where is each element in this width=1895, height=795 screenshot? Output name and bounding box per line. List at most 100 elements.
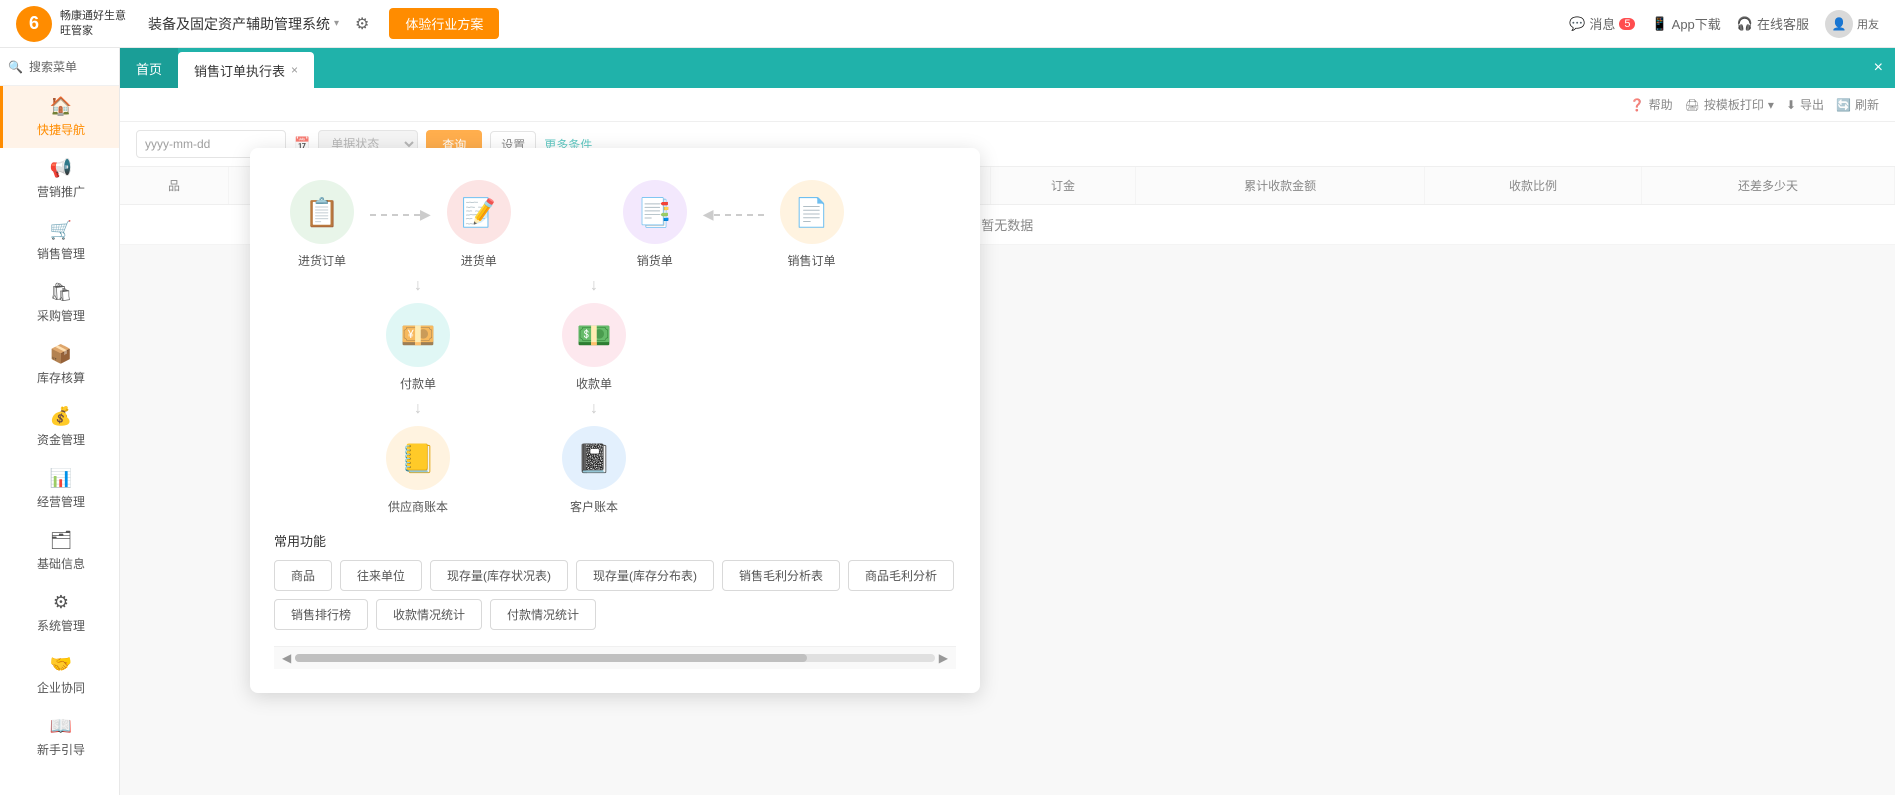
receipt-bill-circle: 💵 bbox=[562, 303, 626, 367]
user-area[interactable]: 👤 用友 bbox=[1825, 10, 1879, 38]
purchase-order-icon: 📋 bbox=[305, 196, 340, 229]
flow-row-5: 📒 供应商账本 📓 客户账本 bbox=[274, 418, 956, 523]
message-item[interactable]: 💬 消息 5 bbox=[1569, 14, 1635, 33]
sidebar-item-label: 经营管理 bbox=[37, 493, 85, 510]
receipt-bill-label: 收款单 bbox=[576, 375, 612, 392]
tab-close-icon[interactable]: × bbox=[291, 63, 298, 77]
func-btn-stock-status[interactable]: 现存量(库存状况表) bbox=[430, 560, 568, 591]
tab-bar-close-icon[interactable]: × bbox=[1874, 59, 1883, 77]
purchase-icon: 🛍 bbox=[50, 282, 73, 303]
active-tab-label: 销售订单执行表 bbox=[194, 61, 285, 80]
flow-row-3: 💴 付款单 💵 收款单 bbox=[274, 295, 956, 400]
scroll-thumb bbox=[295, 654, 807, 662]
sales-bill-label: 销货单 bbox=[637, 252, 673, 269]
sidebar-item-label: 营销推广 bbox=[37, 183, 85, 200]
arrow-down-pb: ↓ bbox=[370, 277, 466, 295]
sidebar-item-newbie[interactable]: 📖 新手引导 bbox=[0, 706, 119, 768]
sidebar-item-label: 新手引导 bbox=[37, 741, 85, 758]
sidebar-item-sales[interactable]: 🛒 销售管理 bbox=[0, 210, 119, 272]
sidebar-item-purchase[interactable]: 🛍 采购管理 bbox=[0, 272, 119, 334]
scroll-left-arrow[interactable]: ◀ bbox=[282, 651, 291, 665]
purchase-order-label: 进货订单 bbox=[298, 252, 346, 269]
sidebar-item-label: 资金管理 bbox=[37, 431, 85, 448]
main-layout: 🔍 搜索菜单 🏠 快捷导航 📢 营销推广 🛒 销售管理 🛍 采购管理 📦 库存核… bbox=[0, 48, 1895, 795]
content-area: 首页 销售订单执行表 × × ❓ 帮助 🖨 按模板打印 ▾ bbox=[120, 48, 1895, 795]
row4-spacer-1 bbox=[274, 400, 370, 418]
sidebar-item-finance[interactable]: 💰 资金管理 bbox=[0, 396, 119, 458]
sidebar-item-system[interactable]: ⚙ 系统管理 bbox=[0, 582, 119, 644]
sidebar-item-label: 企业协同 bbox=[37, 679, 85, 696]
search-menu[interactable]: 🔍 搜索菜单 bbox=[0, 48, 119, 86]
receipt-bill-node[interactable]: 💵 收款单 bbox=[546, 295, 642, 400]
finance-icon: 💰 bbox=[50, 406, 72, 427]
arrow-down-payment: ↓ bbox=[370, 400, 466, 418]
online-service-item[interactable]: 🎧 在线客服 bbox=[1737, 14, 1809, 33]
sidebar-item-basic[interactable]: 🗂 基础信息 bbox=[0, 520, 119, 582]
purchase-bill-circle: 📝 bbox=[447, 180, 511, 244]
app-download-icon: 📱 bbox=[1651, 16, 1667, 32]
row4-spacer-2 bbox=[466, 400, 546, 418]
arrow-down-sb: ↓ bbox=[546, 277, 642, 295]
tab-active[interactable]: 销售订单执行表 × bbox=[178, 52, 314, 88]
common-functions-section: 常用功能 商品 往来单位 现存量(库存状况表) 现存量(库存分布表) 销售毛利分… bbox=[274, 531, 956, 630]
arrow-so-to-sb: ◀ bbox=[703, 206, 764, 243]
function-buttons-row-2: 销售排行榜 收款情况统计 付款情况统计 bbox=[274, 599, 956, 630]
message-badge: 5 bbox=[1619, 18, 1635, 30]
page-content: ❓ 帮助 🖨 按模板打印 ▾ ⬇ 导出 🔄 刷新 bbox=[120, 88, 1895, 795]
func-btn-goods[interactable]: 商品 bbox=[274, 560, 332, 591]
settings-icon[interactable]: ⚙ bbox=[355, 14, 369, 34]
customer-ledger-icon: 📓 bbox=[577, 442, 612, 475]
payment-bill-node[interactable]: 💴 付款单 bbox=[370, 295, 466, 400]
purchase-bill-node[interactable]: 📝 进货单 bbox=[431, 172, 527, 277]
trial-button[interactable]: 体验行业方案 bbox=[389, 8, 499, 39]
sidebar-item-label: 系统管理 bbox=[37, 617, 85, 634]
online-service-label: 在线客服 bbox=[1757, 14, 1809, 33]
system-selector[interactable]: 装备及固定资产辅助管理系统 ▾ bbox=[148, 14, 339, 34]
modal-scrollbar: ◀ ▶ bbox=[274, 646, 956, 669]
arrow-spacer-2 bbox=[466, 277, 546, 295]
func-btn-receipt-stats[interactable]: 收款情况统计 bbox=[376, 599, 482, 630]
message-label: 消息 bbox=[1589, 14, 1615, 33]
supplier-ledger-node[interactable]: 📒 供应商账本 bbox=[370, 418, 466, 523]
func-btn-partners[interactable]: 往来单位 bbox=[340, 560, 422, 591]
sidebar-item-operations[interactable]: 📊 经营管理 bbox=[0, 458, 119, 520]
app-download-label: App下载 bbox=[1672, 14, 1721, 33]
customer-ledger-node[interactable]: 📓 客户账本 bbox=[546, 418, 642, 523]
sidebar-item-label: 快捷导航 bbox=[37, 121, 85, 138]
sidebar-item-inventory[interactable]: 📦 库存核算 bbox=[0, 334, 119, 396]
home-tab-label: 首页 bbox=[136, 59, 162, 78]
scroll-track[interactable] bbox=[295, 654, 935, 662]
sales-bill-node[interactable]: 📑 销货单 bbox=[607, 172, 703, 277]
purchase-order-node[interactable]: 📋 进货订单 bbox=[274, 172, 370, 277]
func-btn-payment-stats[interactable]: 付款情况统计 bbox=[490, 599, 596, 630]
sales-order-label: 销售订单 bbox=[788, 252, 836, 269]
purchase-bill-label: 进货单 bbox=[461, 252, 497, 269]
app-download-item[interactable]: 📱 App下载 bbox=[1651, 14, 1720, 33]
home-icon: 🏠 bbox=[50, 96, 72, 117]
sidebar-item-enterprise[interactable]: 🤝 企业协同 bbox=[0, 644, 119, 706]
sidebar-item-marketing[interactable]: 📢 营销推广 bbox=[0, 148, 119, 210]
flow-row-arrows-2: ↓ ↓ bbox=[274, 400, 956, 418]
payment-bill-circle: 💴 bbox=[386, 303, 450, 367]
sales-bill-circle: 📑 bbox=[623, 180, 687, 244]
sales-order-node[interactable]: 📄 销售订单 bbox=[764, 172, 860, 277]
sales-order-circle: 📄 bbox=[780, 180, 844, 244]
search-icon: 🔍 bbox=[8, 60, 23, 74]
modal-overlay[interactable]: 📋 进货订单 ▶ bbox=[120, 88, 1895, 795]
enterprise-icon: 🤝 bbox=[50, 654, 72, 675]
scroll-right-arrow[interactable]: ▶ bbox=[939, 651, 948, 665]
basic-icon: 🗂 bbox=[50, 530, 73, 551]
tab-bar: 首页 销售订单执行表 × × bbox=[120, 48, 1895, 88]
supplier-ledger-icon: 📒 bbox=[401, 442, 436, 475]
sidebar-item-quick-guide[interactable]: 🏠 快捷导航 bbox=[0, 86, 119, 148]
flow-modal: 📋 进货订单 ▶ bbox=[250, 148, 980, 693]
tab-home[interactable]: 首页 bbox=[120, 48, 178, 88]
func-btn-goods-margin[interactable]: 商品毛利分析 bbox=[848, 560, 954, 591]
payment-bill-label: 付款单 bbox=[400, 375, 436, 392]
sidebar-item-label: 基础信息 bbox=[37, 555, 85, 572]
func-btn-stock-dist[interactable]: 现存量(库存分布表) bbox=[576, 560, 714, 591]
func-btn-sales-margin[interactable]: 销售毛利分析表 bbox=[722, 560, 840, 591]
header-right: 💬 消息 5 📱 App下载 🎧 在线客服 👤 用友 bbox=[1569, 10, 1879, 38]
func-btn-sales-rank[interactable]: 销售排行榜 bbox=[274, 599, 368, 630]
search-label: 搜索菜单 bbox=[29, 58, 77, 75]
